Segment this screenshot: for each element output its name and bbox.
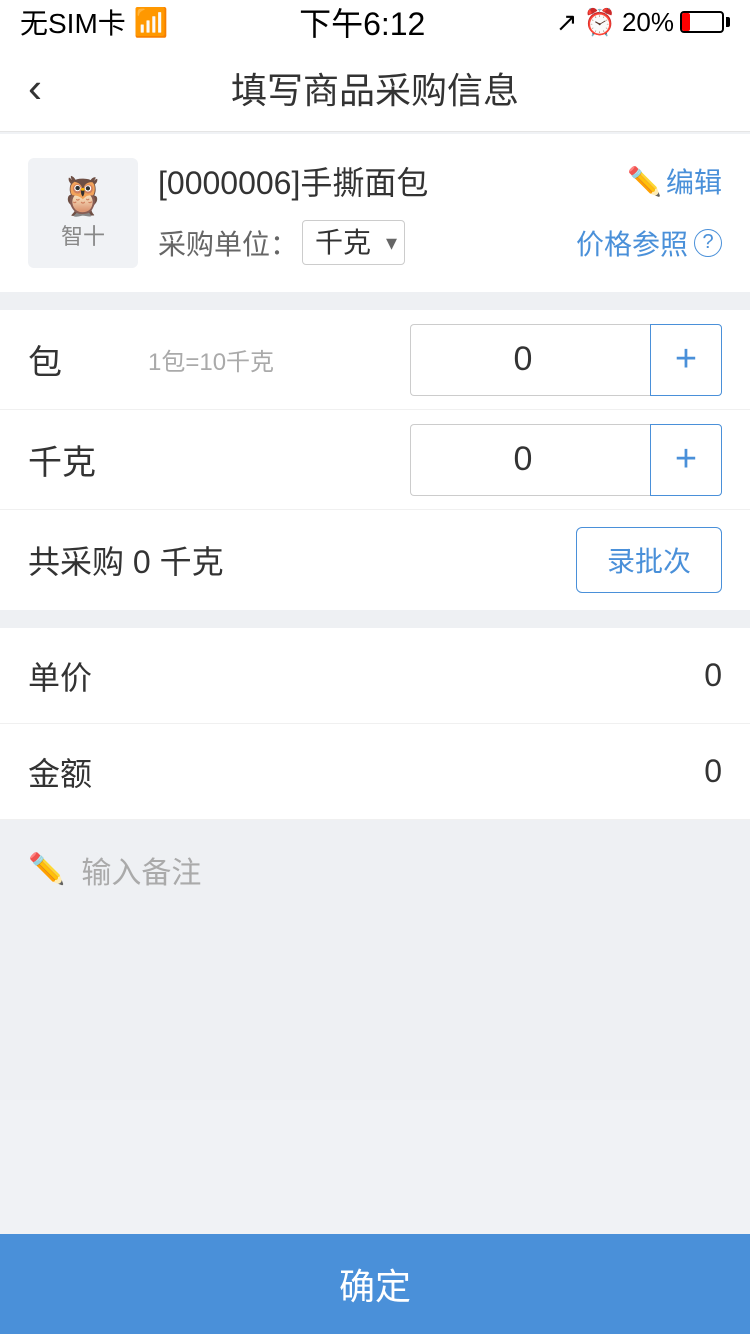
price-ref-label: 价格参照 <box>576 223 688 263</box>
info-section: 单价 0 金额 0 <box>0 628 750 820</box>
kg-plus-button[interactable]: + <box>650 424 722 496</box>
bag-row: 包 1包=10千克 + <box>0 310 750 410</box>
kg-label: 千克 <box>28 435 128 484</box>
price-ref-button[interactable]: 价格参照 ? <box>576 223 722 263</box>
form-section: 包 1包=10千克 + 千克 + 共采购 0 千克 录批次 <box>0 310 750 610</box>
bag-plus-button[interactable]: + <box>650 324 722 396</box>
product-unit-row: 采购单位： 千克 价格参照 ? <box>158 220 722 265</box>
amount-row: 金额 0 <box>0 724 750 820</box>
unit-select[interactable]: 千克 <box>302 220 405 265</box>
unit-label: 采购单位： <box>158 223 298 263</box>
section-divider-1 <box>0 292 750 310</box>
record-batch-button[interactable]: 录批次 <box>576 527 722 593</box>
wifi-icon: 📶 <box>134 6 169 39</box>
section-divider-2 <box>0 610 750 628</box>
bag-sublabel: 1包=10千克 <box>148 342 274 377</box>
location-icon: ↗ <box>556 7 578 38</box>
help-icon: ? <box>694 229 722 257</box>
product-section: 🦉 智十 [0000006]手撕面包 ✏️ 编辑 采购单位： 千克 价格参照 ? <box>0 134 750 292</box>
bag-label: 包 <box>28 335 128 384</box>
bag-input-group: + <box>290 324 722 396</box>
price-label: 单价 <box>28 653 92 699</box>
product-name: [0000006]手撕面包 <box>158 158 428 204</box>
product-image: 🦉 智十 <box>28 158 138 268</box>
page-title: 填写商品采购信息 <box>231 62 519 114</box>
alarm-icon: ⏰ <box>584 7 616 38</box>
remark-placeholder: 输入备注 <box>81 848 201 892</box>
kg-input-group: + <box>144 424 722 496</box>
price-value: 0 <box>704 657 722 694</box>
kg-input[interactable] <box>410 424 650 496</box>
edit-icon: ✏️ <box>627 165 662 198</box>
carrier-label: 无SIM卡 <box>20 2 126 42</box>
edit-button[interactable]: ✏️ 编辑 <box>627 161 722 201</box>
remark-section[interactable]: ✏️ 输入备注 <box>0 820 750 1100</box>
battery-indicator <box>680 11 730 33</box>
unit-select-wrapper[interactable]: 千克 <box>302 220 405 265</box>
product-header: [0000006]手撕面包 ✏️ 编辑 <box>158 158 722 204</box>
amount-label: 金额 <box>28 749 92 795</box>
summary-text: 共采购 0 千克 <box>28 537 224 583</box>
product-logo-icon: 🦉 <box>59 175 106 219</box>
nav-bar: ‹ 填写商品采购信息 <box>0 44 750 132</box>
amount-value: 0 <box>704 753 722 790</box>
product-info: [0000006]手撕面包 ✏️ 编辑 采购单位： 千克 价格参照 ? <box>158 158 722 265</box>
status-right: ↗ ⏰ 20% <box>556 7 730 38</box>
price-row: 单价 0 <box>0 628 750 724</box>
summary-row: 共采购 0 千克 录批次 <box>0 510 750 610</box>
back-button[interactable]: ‹ <box>28 64 42 112</box>
status-bar: 无SIM卡 📶 下午6:12 ↗ ⏰ 20% <box>0 0 750 44</box>
product-logo-text: 智十 <box>61 219 105 251</box>
kg-row: 千克 + <box>0 410 750 510</box>
battery-percent: 20% <box>622 7 674 38</box>
pencil-icon: ✏️ <box>28 852 65 887</box>
bag-input[interactable] <box>410 324 650 396</box>
confirm-button[interactable]: 确定 <box>0 1234 750 1334</box>
time-label: 下午6:12 <box>299 0 425 45</box>
status-left: 无SIM卡 📶 <box>20 2 169 42</box>
